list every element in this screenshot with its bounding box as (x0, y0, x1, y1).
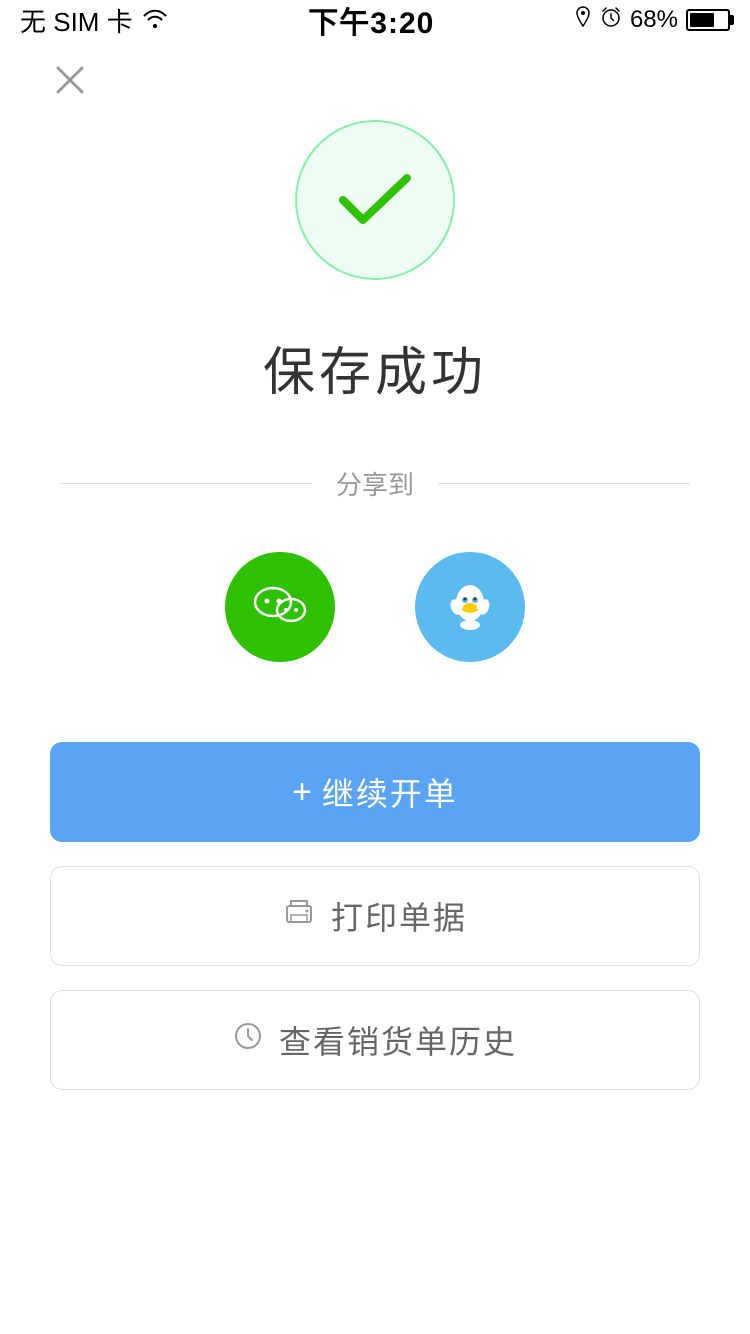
continue-button[interactable]: + 继续开单 (50, 742, 700, 842)
history-label: 查看销货单历史 (279, 1017, 517, 1063)
history-button[interactable]: 查看销货单历史 (50, 990, 700, 1090)
battery-icon (686, 9, 730, 31)
status-bar: 无 SIM 卡 下午3:20 68% (0, 0, 750, 40)
checkmark-icon (335, 170, 415, 230)
status-right: 68% (574, 6, 730, 35)
wechat-share-button[interactable] (225, 552, 335, 662)
qq-share-button[interactable] (415, 552, 525, 662)
success-icon-circle (295, 120, 455, 280)
divider-line-left (60, 483, 312, 484)
close-button[interactable] (45, 55, 95, 105)
share-icons-container (225, 552, 525, 662)
history-icon (233, 1021, 263, 1059)
location-icon (574, 6, 592, 35)
wifi-icon (141, 5, 169, 36)
main-content: 保存成功 分享到 (0, 40, 750, 1090)
success-title: 保存成功 (263, 330, 487, 405)
continue-plus-icon: + (292, 773, 314, 812)
action-buttons: + 继续开单 打印单据 查看销货单历史 (0, 742, 750, 1090)
divider-line-right (438, 483, 690, 484)
print-icon (283, 897, 315, 935)
print-button[interactable]: 打印单据 (50, 866, 700, 966)
status-time: 下午3:20 (308, 0, 434, 42)
battery-percent: 68% (630, 6, 678, 34)
continue-label: 继续开单 (322, 769, 458, 815)
share-label: 分享到 (312, 465, 438, 502)
share-divider: 分享到 (0, 465, 750, 502)
print-label: 打印单据 (331, 893, 467, 939)
status-left: 无 SIM 卡 (20, 2, 169, 39)
qq-icon (438, 575, 503, 640)
wechat-icon (248, 580, 313, 635)
alarm-icon (600, 6, 622, 35)
carrier-text: 无 SIM 卡 (20, 2, 133, 39)
